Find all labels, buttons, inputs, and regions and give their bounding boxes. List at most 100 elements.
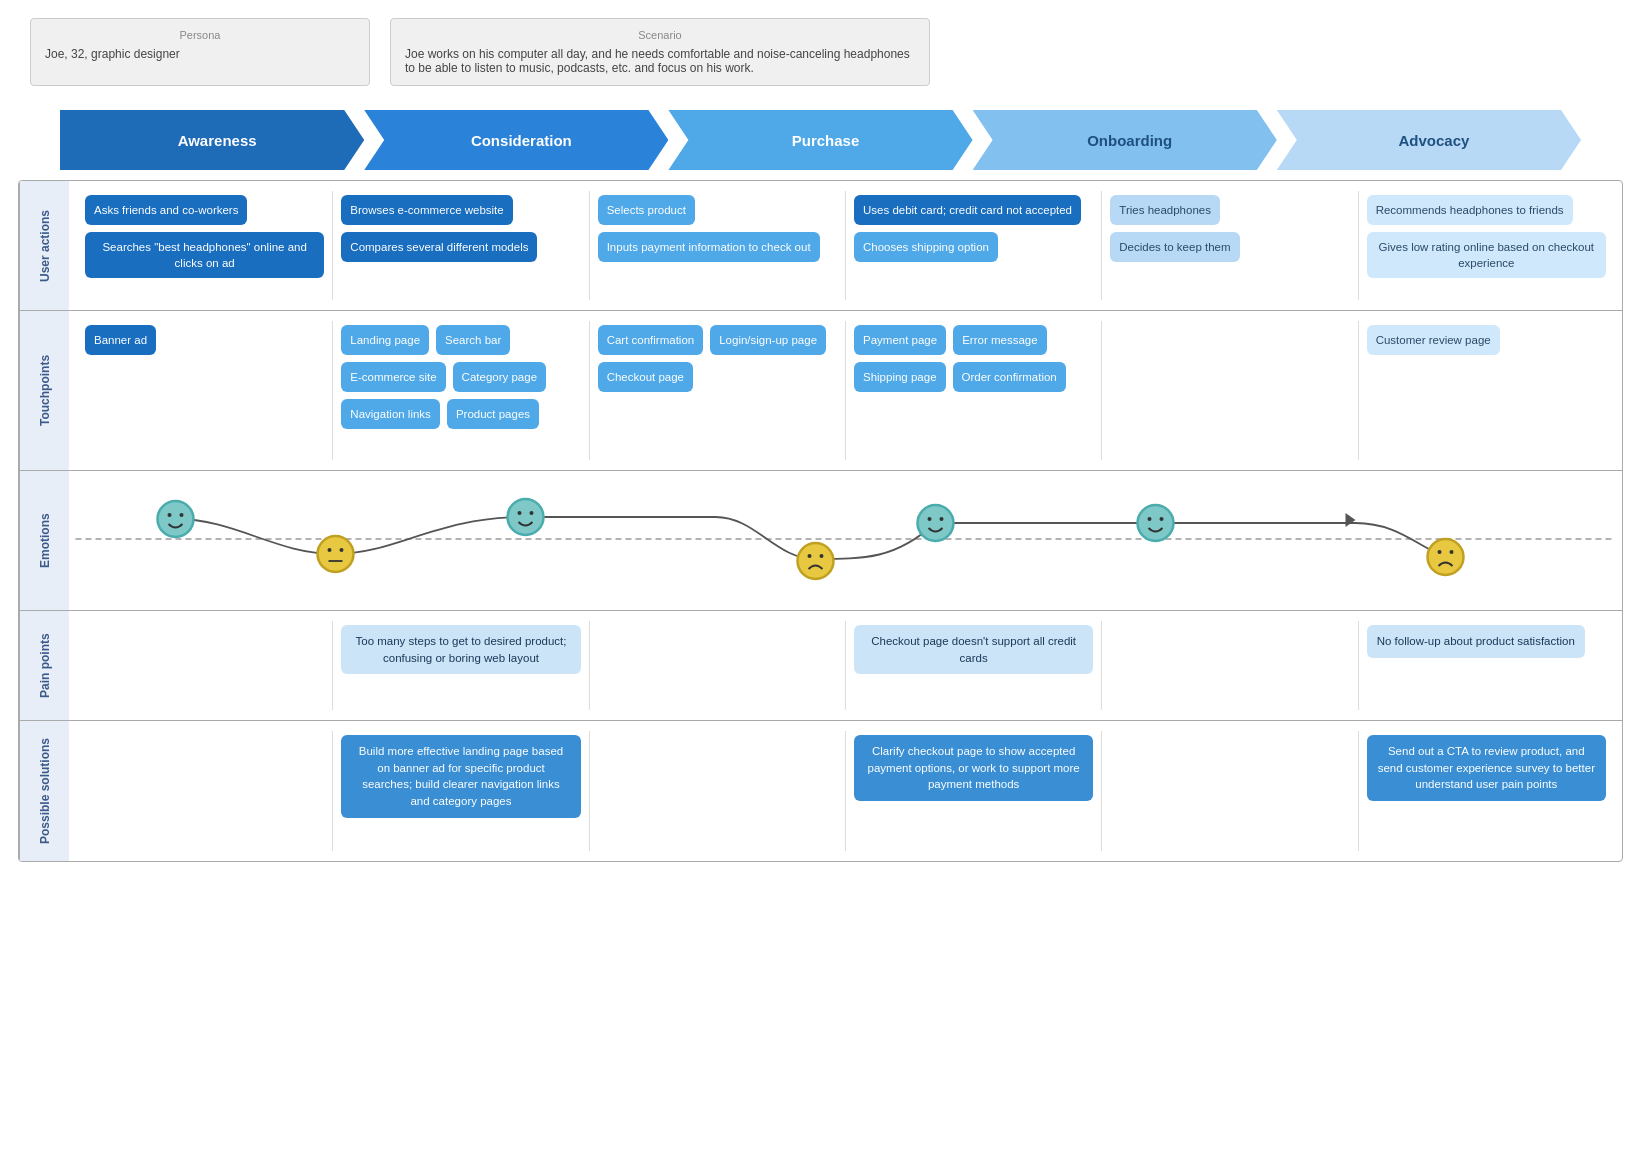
svg-point-21 [1138,505,1174,541]
pp-purchase-col [590,621,846,710]
svg-point-7 [180,513,184,517]
svg-point-8 [318,536,354,572]
svg-point-12 [508,499,544,535]
ua-card-12: Gives low rating online based on checkou… [1367,232,1606,278]
svg-point-10 [340,548,344,552]
stage-purchase: Purchase [668,110,972,170]
pp-card-2: Checkout page doesn't support all credit… [854,625,1093,674]
sol-onboarding-col: Clarify checkout page to show accepted p… [846,731,1102,851]
ua-onboarding-col: Uses debit card; credit card not accepte… [846,191,1102,300]
pain-points-content: Too many steps to get to desired product… [69,611,1622,720]
tp-card-13: Shipping page [854,362,946,392]
tp-card-9: Login/sign-up page [710,325,826,355]
svg-point-9 [328,548,332,552]
ua-card-7: Uses debit card; credit card not accepte… [854,195,1081,225]
tp-card-2: Landing page [341,325,429,355]
pain-points-row: Pain points Too many steps to get to des… [19,611,1622,721]
ua-card-2: Searches "best headphones" online and cl… [85,232,324,278]
stage-advocacy: Advocacy [1277,110,1581,170]
tp-card-6: Navigation links [341,399,440,429]
tp-card-14: Order confirmation [953,362,1066,392]
emotions-svg [69,479,1622,599]
stage-consideration: Consideration [364,110,668,170]
ua-tries-col: Tries headphones Decides to keep them [1102,191,1358,300]
svg-point-22 [1148,517,1152,521]
scenario-label: Scenario [405,29,915,41]
ua-advocacy-col: Recommends headphones to friends Gives l… [1359,191,1614,300]
svg-point-15 [798,543,834,579]
ua-awareness-col: Asks friends and co-workers Searches "be… [77,191,333,300]
sol-advocacy-col: Send out a CTA to review product, and se… [1359,731,1614,851]
persona-content: Joe, 32, graphic designer [45,47,355,61]
ua-card-10: Decides to keep them [1110,232,1239,262]
svg-point-26 [1450,550,1454,554]
svg-point-18 [918,505,954,541]
emotions-content [69,471,1622,610]
persona-label: Persona [45,29,355,41]
svg-point-20 [940,517,944,521]
stage-onboarding: Onboarding [973,110,1277,170]
emotions-label: Emotions [19,471,69,610]
tp-card-3: Search bar [436,325,510,355]
pp-card-3: No follow-up about product satisfaction [1367,625,1585,658]
tp-tries-col [1102,321,1358,460]
tp-awareness-col: Banner ad [77,321,333,460]
pp-card-1: Too many steps to get to desired product… [341,625,580,674]
svg-point-24 [1428,539,1464,575]
tp-onboarding-col: Payment page Error message Shipping page… [846,321,1102,460]
pain-points-label: Pain points [19,611,69,720]
persona-box: Persona Joe, 32, graphic designer [30,18,370,86]
svg-point-17 [820,554,824,558]
emotions-row: Emotions [19,471,1622,611]
pp-consideration-col: Too many steps to get to desired product… [333,621,589,710]
tp-card-12: Error message [953,325,1046,355]
sol-consideration-col: Build more effective landing page based … [333,731,589,851]
stage-awareness: Awareness [60,110,364,170]
touchpoints-label: Touchpoints [19,311,69,470]
solutions-row: Possible solutions Build more effective … [19,721,1622,861]
svg-point-23 [1160,517,1164,521]
ua-card-11: Recommends headphones to friends [1367,195,1573,225]
scenario-content: Joe works on his computer all day, and h… [405,47,915,75]
svg-point-6 [168,513,172,517]
ua-card-9: Tries headphones [1110,195,1220,225]
pp-tries-col [1102,621,1358,710]
svg-point-16 [808,554,812,558]
sol-card-2: Clarify checkout page to show accepted p… [854,735,1093,801]
tp-card-5: Category page [453,362,546,392]
main-table: User actions Asks friends and co-workers… [18,180,1623,862]
sol-purchase-col [590,731,846,851]
tp-consideration-col: Landing page Search bar E-commerce site … [333,321,589,460]
tp-card-1: Banner ad [85,325,156,355]
svg-point-5 [158,501,194,537]
tp-advocacy-col: Customer review page [1359,321,1614,460]
user-actions-content: Asks friends and co-workers Searches "be… [69,181,1622,310]
touchpoints-row: Touchpoints Banner ad Landing page Searc… [19,311,1622,471]
tp-purchase-col: Cart confirmation Login/sign-up page Che… [590,321,846,460]
ua-card-4: Compares several different models [341,232,537,262]
pp-onboarding-col: Checkout page doesn't support all credit… [846,621,1102,710]
ua-card-1: Asks friends and co-workers [85,195,247,225]
pp-awareness-col [77,621,333,710]
solutions-label: Possible solutions [19,721,69,861]
tp-card-7: Product pages [447,399,539,429]
tp-card-4: E-commerce site [341,362,445,392]
ua-consideration-col: Browses e-commerce website Compares seve… [333,191,589,300]
ua-card-6: Inputs payment information to check out [598,232,820,262]
solutions-content: Build more effective landing page based … [69,721,1622,861]
svg-marker-4 [1346,513,1356,527]
touchpoints-content: Banner ad Landing page Search bar E-comm… [69,311,1622,470]
sol-tries-col [1102,731,1358,851]
tp-card-15: Customer review page [1367,325,1500,355]
ua-card-8: Chooses shipping option [854,232,998,262]
pp-advocacy-col: No follow-up about product satisfaction [1359,621,1614,710]
ua-card-5: Selects product [598,195,695,225]
svg-point-25 [1438,550,1442,554]
sol-awareness-col [77,731,333,851]
ua-purchase-col: Selects product Inputs payment informati… [590,191,846,300]
user-actions-label: User actions [19,181,69,310]
ua-card-3: Browses e-commerce website [341,195,512,225]
tp-card-8: Cart confirmation [598,325,704,355]
svg-point-14 [530,511,534,515]
sol-card-1: Build more effective landing page based … [341,735,580,818]
